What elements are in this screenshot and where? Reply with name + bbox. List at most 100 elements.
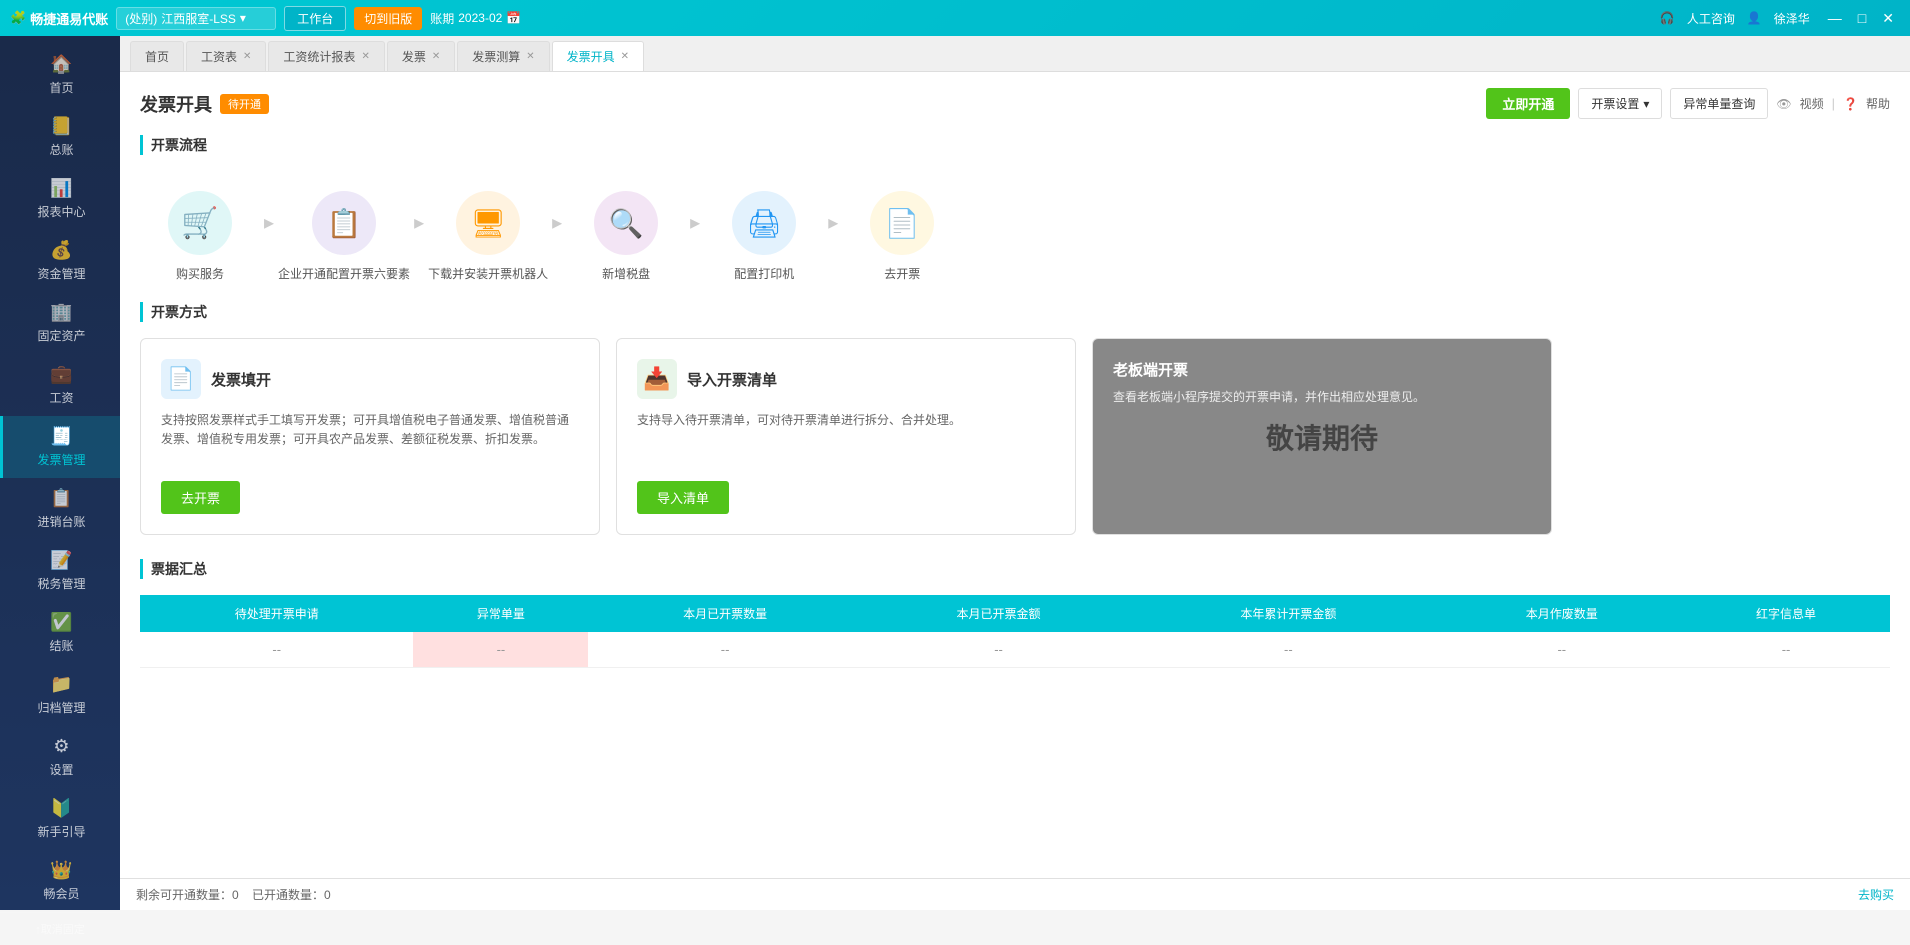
assets-icon: 🏢 — [50, 302, 72, 323]
sidebar-item-report[interactable]: 📊 报表中心 — [0, 168, 120, 230]
billing-card-import-header: 📥 导入开票清单 — [637, 359, 1055, 399]
process-step-printer[interactable]: 🖨 配置打印机 — [704, 191, 824, 282]
tab-salary-table-label: 工资表 — [201, 48, 237, 65]
sidebar-item-tax[interactable]: 📝 税务管理 — [0, 540, 120, 602]
tab-salary-table-close[interactable]: ✕ — [243, 51, 251, 62]
summary-cell-void-count: -- — [1442, 632, 1683, 668]
config-printer-icon-wrap: 🖨 — [732, 191, 796, 255]
tab-invoice-tool[interactable]: 发票开具 ✕ — [552, 41, 644, 71]
retro-button[interactable]: 切到旧版 — [354, 7, 422, 30]
ledger-icon: 📒 — [50, 116, 72, 137]
help-label[interactable]: 帮助 — [1866, 95, 1890, 112]
sidebar-item-member[interactable]: 👑 畅会员 — [0, 850, 120, 912]
sidebar-unpin-button[interactable]: ↑取消固定 — [0, 912, 120, 945]
main-content: 首页 工资表 ✕ 工资统计报表 ✕ 发票 ✕ 发票测算 ✕ 发票开具 ✕ — [120, 36, 1910, 910]
import-card-icon: 📥 — [637, 359, 677, 399]
open-settings-button[interactable]: 开票设置 ▾ — [1578, 88, 1662, 119]
opened-quota: 已开通数量：0 — [252, 888, 331, 902]
summary-cell-month-count: -- — [588, 632, 861, 668]
boss-card: 老板端开票 查看老板端小程序提交的开票申请，并作出相应处理意见。 敬请期待 — [1092, 338, 1552, 535]
sidebar-label-invoice: 发票管理 — [37, 451, 85, 468]
boss-card-title: 老板端开票 — [1113, 359, 1531, 380]
period-calendar-icon[interactable]: 📅 — [506, 11, 521, 25]
tab-salary-report-close[interactable]: ✕ — [361, 51, 369, 62]
user-name[interactable]: 徐泽华 — [1774, 10, 1810, 27]
enterprise-setup-icon-wrap: 📋 — [312, 191, 376, 255]
tab-invoice-calc[interactable]: 发票测算 ✕ — [457, 41, 549, 71]
summary-cell-pending: -- — [140, 632, 413, 668]
sidebar-item-ledger[interactable]: 📒 总账 — [0, 106, 120, 168]
sidebar-item-salary[interactable]: 💼 工资 — [0, 354, 120, 416]
process-step-open[interactable]: 📄 去开票 — [842, 191, 962, 282]
summary-col-void-count: 本月作废数量 — [1442, 595, 1683, 632]
boss-card-coming-text: 敬请期待 — [1266, 417, 1378, 457]
close-button[interactable]: ✕ — [1876, 8, 1900, 29]
immediate-open-button[interactable]: 立即开通 — [1486, 88, 1570, 119]
manual-card-desc: 支持按照发票样式手工填写开发票；可开具增值税电子普通发票、增值税普通发票、增值税… — [161, 411, 579, 461]
app-logo: 🧩 畅捷通易代账 — [10, 9, 108, 28]
manual-goto-button[interactable]: 去开票 — [161, 481, 240, 514]
process-step-setup[interactable]: 📋 企业开通配置开票六要素 — [278, 191, 410, 282]
buy-link[interactable]: 去购买 — [1858, 886, 1894, 903]
billing-section-title: 开票方式 — [140, 302, 1890, 322]
maximize-button[interactable]: □ — [1852, 8, 1872, 28]
tab-invoice-calc-close[interactable]: ✕ — [526, 51, 534, 62]
sidebar-label-member: 畅会员 — [43, 885, 79, 902]
summary-section-title: 票据汇总 — [140, 559, 1890, 579]
tab-invoice-calc-label: 发票测算 — [472, 48, 520, 65]
user-avatar-icon: 👤 — [1747, 11, 1762, 25]
sidebar-item-settings[interactable]: ⚙ 设置 — [0, 726, 120, 788]
sidebar-item-archive[interactable]: 📁 归档管理 — [0, 664, 120, 726]
archive-icon: 📁 — [50, 674, 72, 695]
sidebar-label-tax: 税务管理 — [37, 575, 85, 592]
process-section-title: 开票流程 — [140, 135, 1890, 155]
sidebar-item-assets[interactable]: 🏢 固定资产 — [0, 292, 120, 354]
top-bar-left: 🧩 畅捷通易代账 (处别) 江西服室-LSS ▾ 工作台 切到旧版 账期 202… — [10, 6, 521, 31]
sidebar-item-purchase[interactable]: 📋 进销台账 — [0, 478, 120, 540]
tab-salary-report-label: 工资统计报表 — [283, 48, 355, 65]
top-bar: 🧩 畅捷通易代账 (处别) 江西服室-LSS ▾ 工作台 切到旧版 账期 202… — [0, 0, 1910, 36]
sidebar-item-home[interactable]: 🏠 首页 — [0, 44, 120, 106]
period-value[interactable]: 2023-02 — [458, 11, 502, 25]
billing-card-manual: 📄 发票填开 支持按照发票样式手工填写开发票；可开具增值税电子普通发票、增值税普… — [140, 338, 600, 535]
question-icon: ❓ — [1843, 97, 1858, 111]
tab-salary-table[interactable]: 工资表 ✕ — [186, 41, 266, 71]
sidebar: 🏠 首页 📒 总账 📊 报表中心 💰 资金管理 🏢 固定资产 💼 工资 🧾 发票… — [0, 36, 120, 910]
summary-cell-abnormal: -- — [413, 632, 588, 668]
bottom-info: 剩余可开通数量：0 已开通数量：0 — [136, 886, 331, 903]
minimize-button[interactable]: — — [1822, 8, 1848, 28]
sidebar-item-guide[interactable]: 🔰 新手引导 — [0, 788, 120, 850]
process-step-buy[interactable]: 🛒 购买服务 — [140, 191, 260, 282]
tab-salary-report[interactable]: 工资统计报表 ✕ — [268, 41, 384, 71]
summary-col-pending: 待处理开票申请 — [140, 595, 413, 632]
tab-home[interactable]: 首页 — [130, 41, 184, 71]
page-title-row: 发票开具 待开通 — [140, 91, 269, 117]
abnormal-query-button[interactable]: 异常单量查询 — [1670, 88, 1768, 119]
sidebar-item-settlement[interactable]: ✅ 结账 — [0, 602, 120, 664]
tab-invoice-tool-close[interactable]: ✕ — [621, 51, 629, 62]
page-title: 发票开具 — [140, 91, 212, 117]
company-name: 江西服室-LSS — [161, 10, 236, 27]
support-label[interactable]: 人工咨询 — [1687, 10, 1735, 27]
company-selector[interactable]: (处别) 江西服室-LSS ▾ — [116, 7, 276, 30]
tab-invoice-label: 发票 — [402, 48, 426, 65]
tab-invoice[interactable]: 发票 ✕ — [387, 41, 455, 71]
buy-service-label: 购买服务 — [176, 265, 224, 282]
process-step-taxbox[interactable]: 🔍 新增税盘 — [566, 191, 686, 282]
process-step-download[interactable]: 🖥 下载并安装开票机器人 — [428, 191, 548, 282]
summary-cell-year-amount: -- — [1135, 632, 1441, 668]
app-logo-icon: 🧩 — [10, 10, 26, 26]
funds-icon: 💰 — [50, 240, 72, 261]
sidebar-item-invoice[interactable]: 🧾 发票管理 — [0, 416, 120, 478]
workspace-button[interactable]: 工作台 — [284, 6, 346, 31]
bottom-bar: 剩余可开通数量：0 已开通数量：0 去购买 — [120, 878, 1910, 910]
billing-card-import: 📥 导入开票清单 支持导入待开票清单，可对待开票清单进行拆分、合并处理。 导入清… — [616, 338, 1076, 535]
member-icon: 👑 — [50, 860, 72, 881]
sidebar-item-funds[interactable]: 💰 资金管理 — [0, 230, 120, 292]
import-goto-button[interactable]: 导入清单 — [637, 481, 729, 514]
views-label[interactable]: 视频 — [1800, 95, 1824, 112]
sidebar-label-funds: 资金管理 — [37, 265, 85, 282]
tab-invoice-close[interactable]: ✕ — [432, 51, 440, 62]
sidebar-label-guide: 新手引导 — [37, 823, 85, 840]
summary-col-year-amount: 本年累计开票金额 — [1135, 595, 1441, 632]
